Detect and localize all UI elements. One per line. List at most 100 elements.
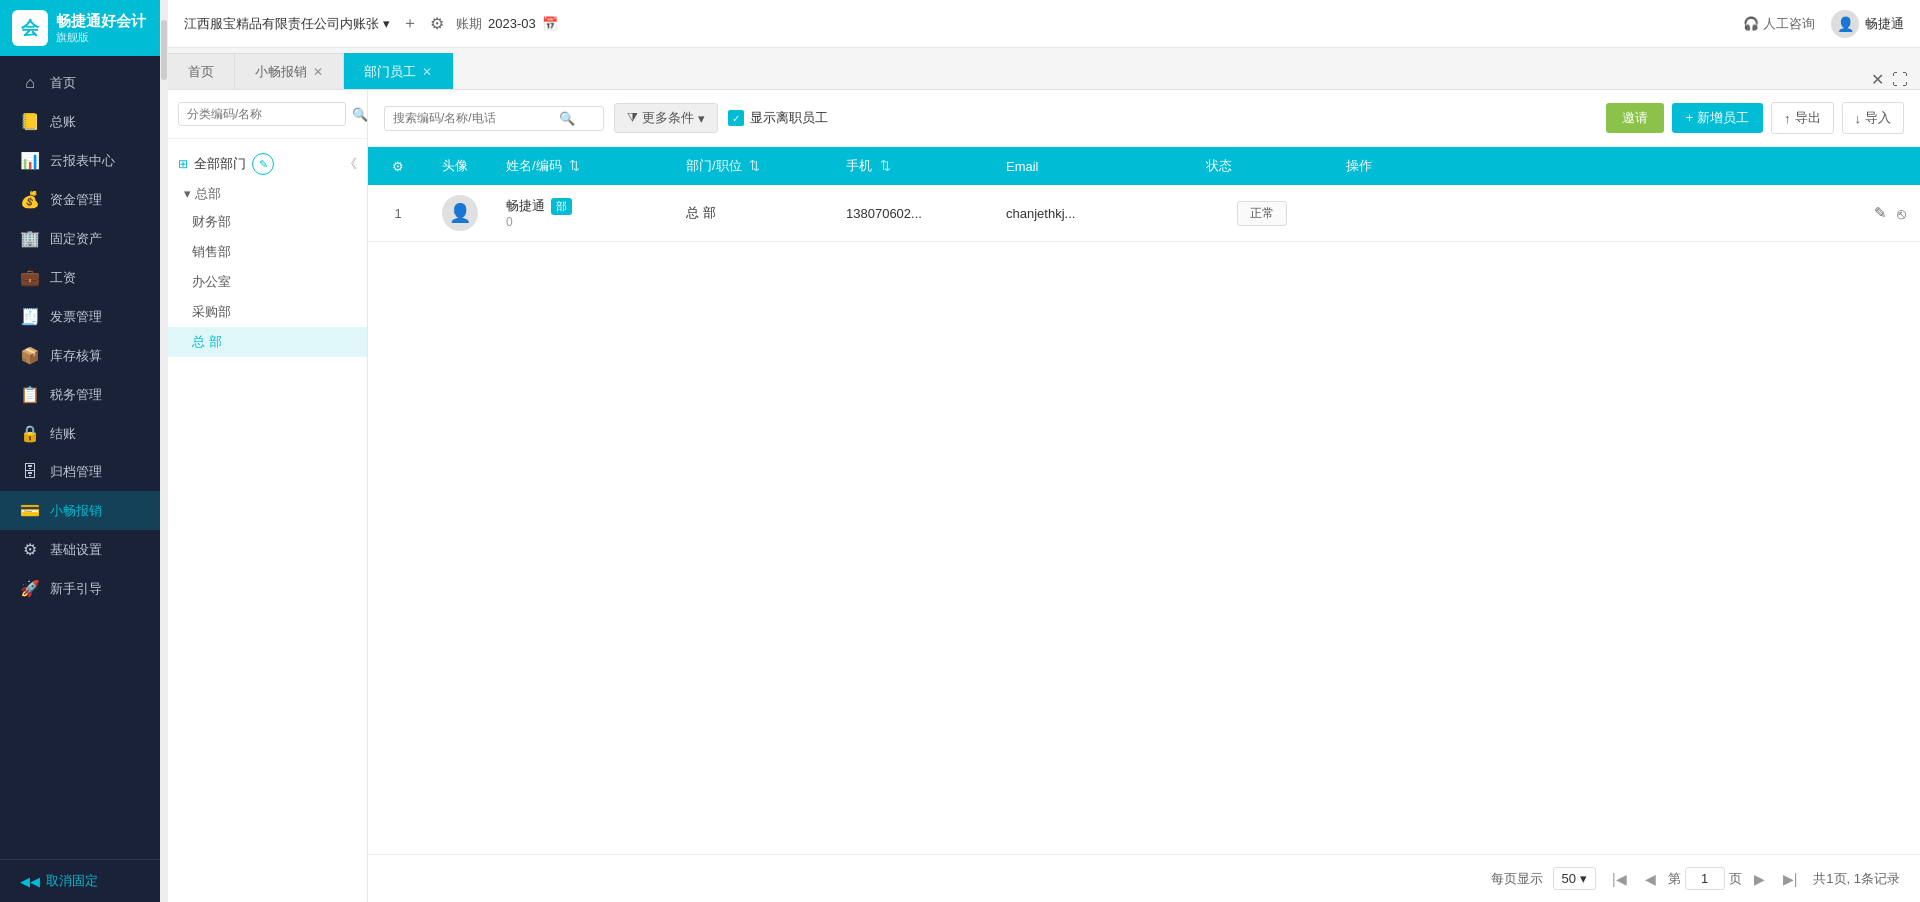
unpin-label: 取消固定 [46,872,98,890]
topbar-right: 🎧 人工咨询 👤 畅捷通 [1743,10,1904,38]
dept-collapse-icon[interactable]: 《 [344,155,357,173]
filter-arrow-icon: ▾ [698,111,705,126]
show-resigned-checkbox: ✓ [728,110,744,126]
expand-tab-icon[interactable]: ⛶ [1892,71,1908,89]
guide-icon: 🚀 [20,579,40,598]
cell-dept: 总 部 [672,185,832,242]
th-email: Email [992,147,1192,185]
user-menu[interactable]: 👤 畅捷通 [1831,10,1904,38]
cell-email: chanjethkj... [992,185,1192,242]
calendar-icon[interactable]: 📅 [542,16,558,31]
dept-edit-button[interactable]: ✎ [252,153,274,175]
sidebar-item-assets[interactable]: 🏢 固定资产 [0,219,160,258]
th-dept[interactable]: 部门/职位 ⇅ [672,147,832,185]
support-button[interactable]: 🎧 人工咨询 [1743,15,1815,33]
sidebar-item-tax[interactable]: 📋 税务管理 [0,375,160,414]
dept-item-sales[interactable]: 销售部 [168,237,367,267]
dept-search-input[interactable] [178,102,346,126]
tabs-right-actions: ✕ ⛶ [1859,70,1920,89]
sidebar-close-label: 结账 [50,425,76,443]
sidebar: 会 畅捷通好会计 旗舰版 ⌂ 首页 📒 总账 📊 云报表中心 💰 资金管理 🏢 … [0,0,160,902]
edit-icon[interactable]: ✎ [1874,204,1887,222]
dept-item-finance[interactable]: 财务部 [168,207,367,237]
sidebar-item-archive[interactable]: 🗄 归档管理 [0,453,160,491]
dept-item-purchase[interactable]: 采购部 [168,297,367,327]
dept-all-header[interactable]: ⊞ 全部部门 ✎ 《 [168,147,367,181]
sidebar-item-ledger[interactable]: 📒 总账 [0,102,160,141]
sidebar-item-expense[interactable]: 💳 小畅报销 [0,491,160,530]
sidebar-scrollbar[interactable] [160,0,168,902]
page-input[interactable] [1685,867,1725,890]
tab-expense[interactable]: 小畅报销 ✕ [235,53,344,89]
import-button[interactable]: ↓ 导入 [1842,102,1905,134]
action-icons: ✎ ⎋ [1346,204,1906,222]
employee-table: ⚙ 头像 姓名/编码 ⇅ 部门/职位 ⇅ 手机 ⇅ Email 状态 操作 1 [368,147,1920,854]
page-suffix: 页 [1729,870,1742,888]
tab-employees-close-icon[interactable]: ✕ [422,65,432,79]
funds-icon: 💰 [20,190,40,209]
dept-search-icon[interactable]: 🔍 [352,107,368,122]
sidebar-payroll-label: 工资 [50,269,76,287]
page-last-button[interactable]: ▶| [1777,869,1804,889]
settings-icon: ⚙ [20,540,40,559]
dept-root-label[interactable]: ▾ 总部 [168,181,367,207]
sidebar-item-home[interactable]: ⌂ 首页 [0,64,160,102]
expense-icon: 💳 [20,501,40,520]
search-input[interactable] [393,111,553,125]
per-page-select[interactable]: 50 ▾ [1553,867,1596,890]
per-page-value: 50 [1562,871,1576,886]
tab-expense-close-icon[interactable]: ✕ [313,65,323,79]
sidebar-item-payroll[interactable]: 💼 工资 [0,258,160,297]
search-icon[interactable]: 🔍 [559,111,575,126]
app-logo: 会 畅捷通好会计 旗舰版 [0,0,160,56]
dept-root-name: 总部 [195,186,221,201]
settings-gear-icon[interactable]: ⚙ [430,14,444,33]
unpin-button[interactable]: ◀◀ 取消固定 [0,859,160,902]
cell-phone: 138070602... [832,185,992,242]
dept-all-label: 全部部门 [194,155,246,173]
export-icon: ↑ [1784,111,1791,126]
dept-panel: 🔍 ⊞ 全部部门 ✎ 《 ▾ 总部 财务部 销售部 办公室 采购部 总 部 [168,90,368,902]
table-row: 1 👤 畅捷通 部 0 总 部 138070602... chanjethkj.… [368,185,1920,242]
sidebar-item-settings[interactable]: ⚙ 基础设置 [0,530,160,569]
status-badge: 正常 [1237,201,1287,226]
inventory-icon: 📦 [20,346,40,365]
th-phone[interactable]: 手机 ⇅ [832,147,992,185]
company-selector[interactable]: 江西服宝精品有限责任公司内账张 ▾ [184,15,390,33]
close-tab-icon[interactable]: ✕ [1871,70,1884,89]
sidebar-item-reports[interactable]: 📊 云报表中心 [0,141,160,180]
sidebar-funds-label: 资金管理 [50,191,102,209]
sidebar-item-guide[interactable]: 🚀 新手引导 [0,569,160,608]
export-button[interactable]: ↑ 导出 [1771,102,1834,134]
reports-icon: 📊 [20,151,40,170]
per-page-label: 每页显示 [1491,870,1543,888]
dept-badge: 部 [551,198,572,215]
sidebar-item-inventory[interactable]: 📦 库存核算 [0,336,160,375]
logout-icon[interactable]: ⎋ [1897,205,1906,222]
sidebar-tax-label: 税务管理 [50,386,102,404]
page-prev-button[interactable]: ◀ [1639,869,1662,889]
sidebar-item-invoice[interactable]: 🧾 发票管理 [0,297,160,336]
app-name: 畅捷通好会计 [56,12,146,30]
dept-item-office[interactable]: 办公室 [168,267,367,297]
page-next-button[interactable]: ▶ [1748,869,1771,889]
sidebar-item-close[interactable]: 🔒 结账 [0,414,160,453]
th-name[interactable]: 姓名/编码 ⇅ [492,147,672,185]
filter-button[interactable]: ⧩ 更多条件 ▾ [614,103,718,133]
show-resigned-toggle[interactable]: ✓ 显示离职员工 [728,109,828,127]
invite-button[interactable]: 邀请 [1606,103,1664,133]
support-label: 人工咨询 [1763,15,1815,33]
toolbar-right: 邀请 + 新增员工 ↑ 导出 ↓ 导入 [1606,102,1904,134]
add-company-button[interactable]: ＋ [402,13,418,34]
cell-num: 1 [368,185,428,242]
username: 畅捷通 [1865,15,1904,33]
th-settings[interactable]: ⚙ [368,147,428,185]
sidebar-expense-label: 小畅报销 [50,502,102,520]
add-employee-button[interactable]: + 新增员工 [1672,103,1763,133]
sidebar-item-funds[interactable]: 💰 资金管理 [0,180,160,219]
grid-icon: ⊞ [178,157,188,171]
tab-home[interactable]: 首页 [168,53,235,89]
page-first-button[interactable]: |◀ [1606,869,1633,889]
tab-employees[interactable]: 部门员工 ✕ [344,53,453,89]
dept-item-hq[interactable]: 总 部 [168,327,367,357]
